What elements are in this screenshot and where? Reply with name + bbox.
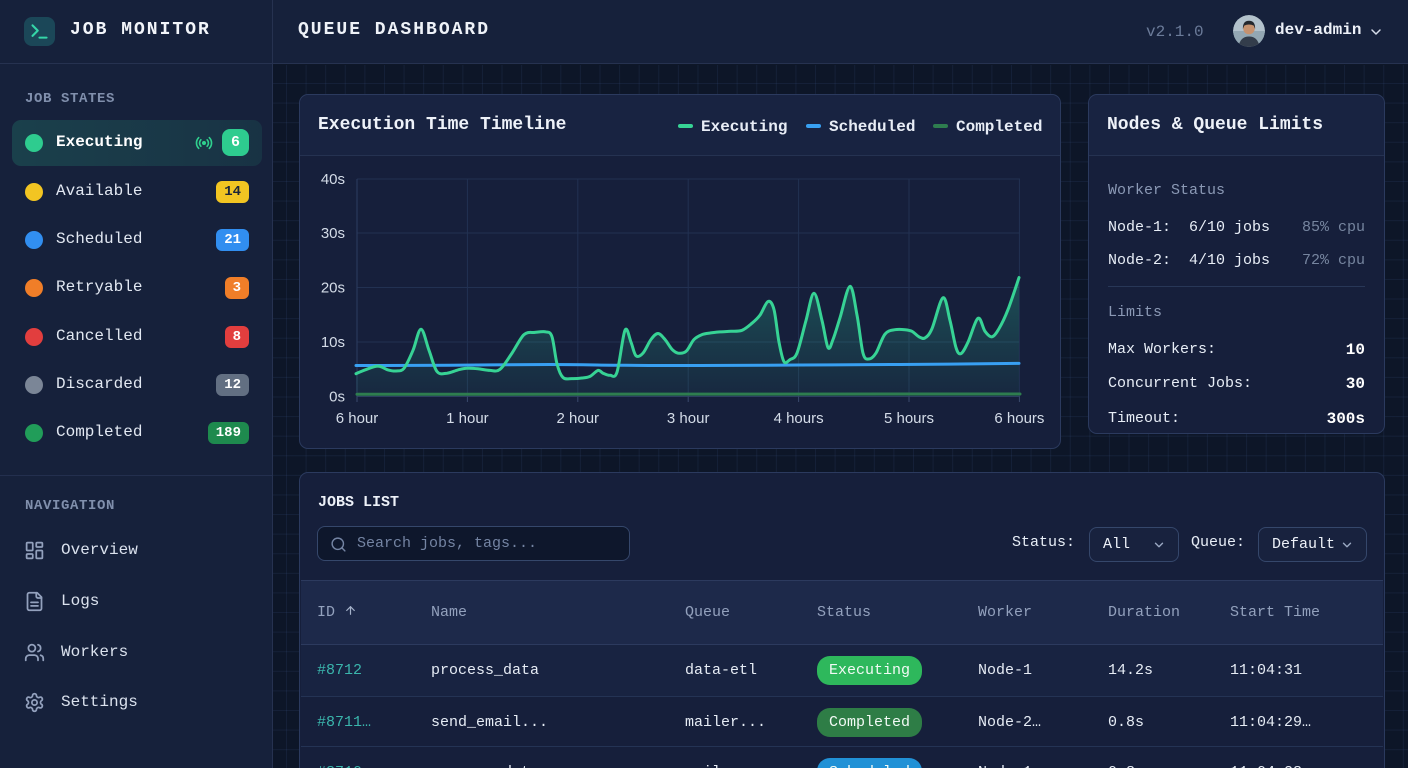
svg-text:0s: 0s: [329, 389, 345, 406]
svg-text:10s: 10s: [321, 334, 345, 351]
svg-text:3 hour: 3 hour: [667, 410, 710, 427]
svg-text:20s: 20s: [321, 280, 345, 297]
svg-text:2 hour: 2 hour: [557, 410, 600, 427]
svg-text:1 hour: 1 hour: [446, 410, 489, 427]
svg-text:40s: 40s: [321, 171, 345, 188]
svg-text:6 hour: 6 hour: [336, 410, 379, 427]
svg-text:4 hours: 4 hours: [774, 410, 824, 427]
svg-text:5 hours: 5 hours: [884, 410, 934, 427]
svg-text:6 hours: 6 hours: [994, 410, 1044, 427]
svg-text:30s: 30s: [321, 225, 345, 242]
